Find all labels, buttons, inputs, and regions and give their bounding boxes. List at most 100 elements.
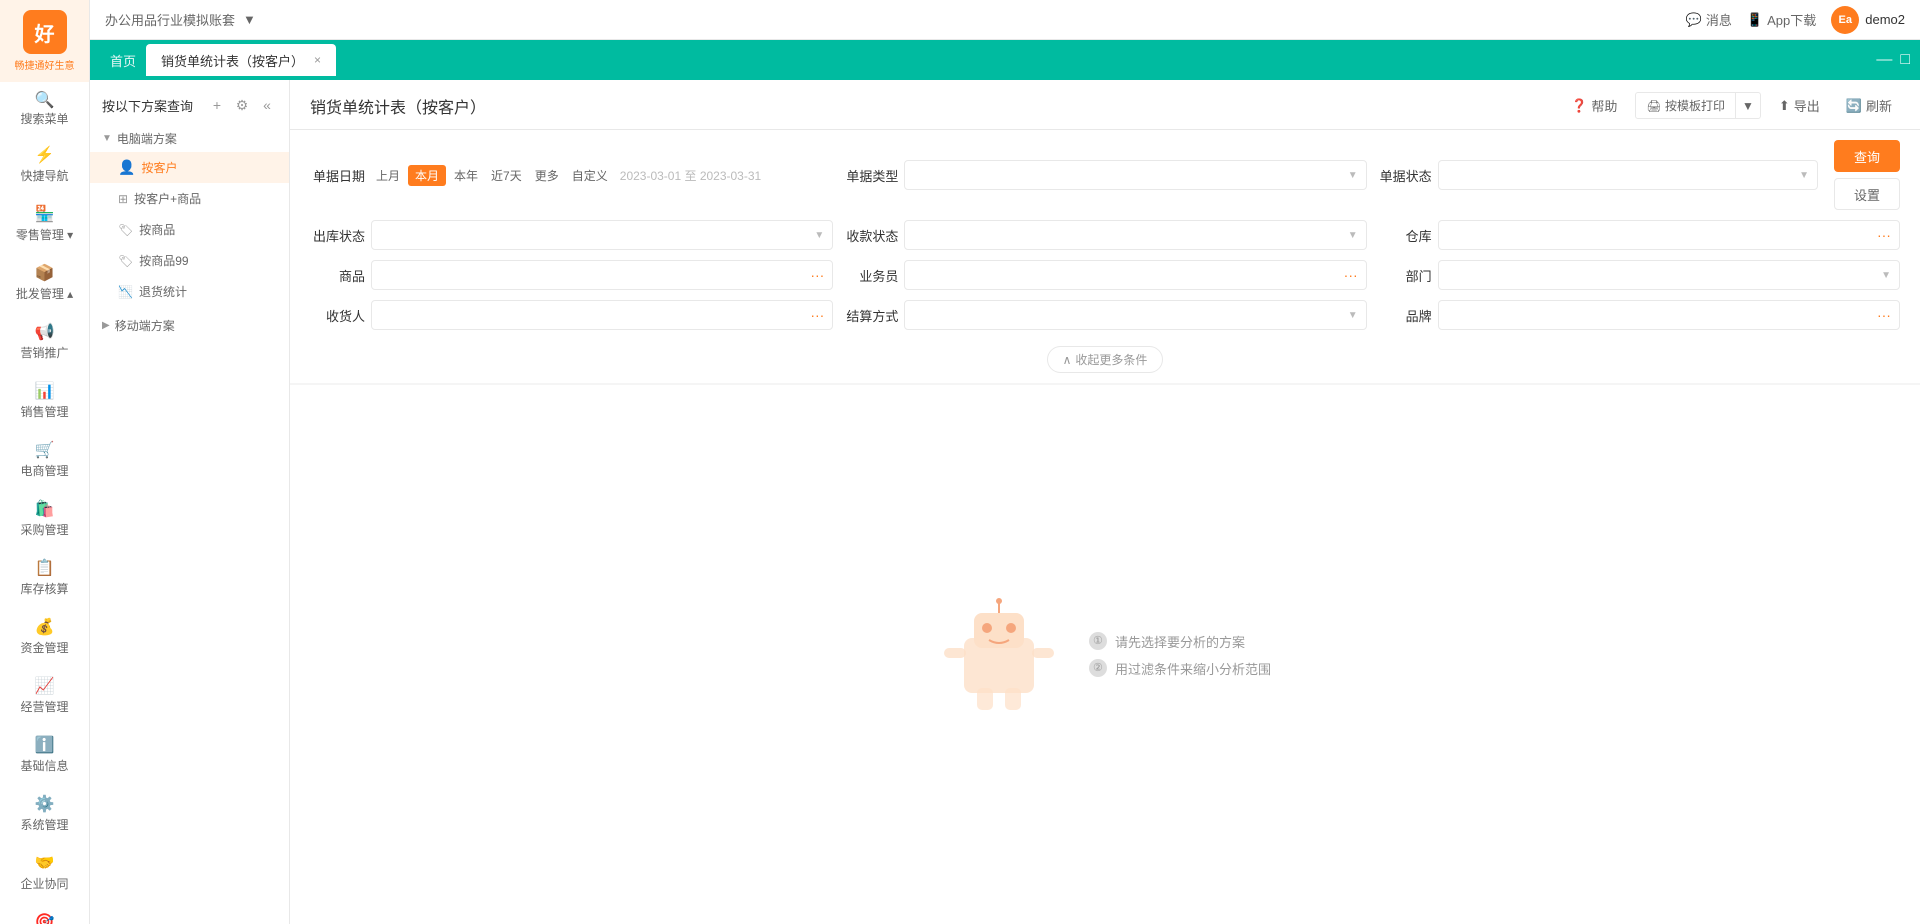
app-download-button[interactable]: 📱 App下载: [1747, 10, 1816, 29]
filter-row-2: 出库状态 ▼ 收款状态 ▼ 仓库: [310, 220, 1900, 250]
out-status-select[interactable]: ▼: [371, 220, 833, 250]
sidebar-item-sales[interactable]: 📊 销售管理: [0, 371, 89, 430]
sidebar-item-system[interactable]: ⚙️ 系统管理: [0, 784, 89, 843]
collapse-icon: ∧: [1063, 353, 1072, 367]
tab-active[interactable]: 销货单统计表（按客户） ×: [146, 44, 336, 76]
sidebar-search[interactable]: 🔍 搜索菜单: [0, 82, 89, 135]
shortcut-this-month[interactable]: 本月: [408, 165, 446, 186]
sidebar-item-wholesale[interactable]: 📦 批发管理 ▴: [0, 253, 89, 312]
receipt-status-select[interactable]: ▼: [904, 220, 1366, 250]
goods99-icon: 🏷: [118, 254, 133, 268]
help-icon: ❓: [1571, 98, 1587, 114]
collapse-button[interactable]: ∧ 收起更多条件: [1047, 346, 1164, 373]
scheme-mobile-triangle: ▶: [102, 320, 110, 331]
shortcut-7days[interactable]: 近7天: [486, 165, 527, 186]
warehouse-select[interactable]: ···: [1438, 220, 1900, 250]
sidebar-item-base[interactable]: ℹ️ 基础信息: [0, 725, 89, 784]
settlement-chevron: ▼: [1348, 310, 1358, 321]
empty-illustration: [939, 588, 1059, 721]
filter-receipt-status-cell: 收款状态 ▼: [843, 220, 1366, 250]
help-button[interactable]: ❓ 帮助: [1563, 92, 1625, 119]
filter-row-1: 单据日期 上月 本月 本年 近7天 更多 自定义 2023-03-01 至 20…: [310, 140, 1900, 210]
sidebar-item-sales-label: 销售管理: [5, 403, 84, 420]
shortcut-more[interactable]: 更多: [530, 165, 564, 186]
help-label: 帮助: [1591, 96, 1617, 115]
brand-dots: ···: [1877, 307, 1891, 323]
export-button[interactable]: ⬆ 导出: [1771, 92, 1828, 119]
shortcut-last-month[interactable]: 上月: [371, 165, 405, 186]
filter-goods-cell: 商品 ···: [310, 260, 833, 290]
query-button[interactable]: 查询: [1834, 140, 1900, 172]
top-header: 办公用品行业模拟账套 ▼ 💬 消息 📱 App下载 Ea demo2: [90, 0, 1920, 40]
avatar-text: Ea: [1839, 14, 1852, 26]
sidebar-item-corp[interactable]: 🤝 企业协同: [0, 843, 89, 902]
filter-settlement-cell: 结算方式 ▼: [843, 300, 1366, 330]
scheme-desktop-group-header[interactable]: ▼ 电脑端方案: [90, 125, 289, 152]
sidebar-item-finance[interactable]: 💰 资金管理: [0, 607, 89, 666]
breadcrumb-dropdown-icon[interactable]: ▼: [243, 12, 256, 27]
sidebar-item-wholesale-label: 批发管理 ▴: [5, 285, 84, 302]
breadcrumb-title: 办公用品行业模拟账套: [105, 10, 235, 29]
scheme-settings-button[interactable]: ⚙: [232, 95, 252, 115]
order-type-select[interactable]: ▼: [904, 160, 1366, 190]
scheme-collapse-button[interactable]: «: [257, 95, 277, 115]
goods-select[interactable]: ···: [371, 260, 833, 290]
sidebar-item-ecommerce[interactable]: 🛒 电商管理: [0, 430, 89, 489]
order-status-chevron: ▼: [1799, 170, 1809, 181]
sidebar-quick-nav[interactable]: ⚡ 快捷导航: [0, 135, 89, 194]
sidebar-item-guide[interactable]: 🎯 新手引导: [0, 902, 89, 924]
sidebar-item-retail[interactable]: 🏪 零售管理 ▾: [0, 194, 89, 253]
brand-select[interactable]: ···: [1438, 300, 1900, 330]
sidebar-item-marketing[interactable]: 📢 营销推广: [0, 312, 89, 371]
scheme-item-goods-label: 按商品: [139, 221, 175, 238]
print-button[interactable]: 🖨 按模板打印: [1636, 93, 1736, 118]
scheme-item-customer[interactable]: 👤 按客户: [90, 152, 289, 183]
scheme-item-goods[interactable]: 🏷 按商品: [90, 214, 289, 245]
scheme-mobile-group-header[interactable]: ▶ 移动端方案: [90, 312, 289, 339]
content-right: 销货单统计表（按客户） ❓ 帮助 🖨 按模板打印 ▼: [290, 80, 1920, 924]
print-dropdown-button[interactable]: ▼: [1736, 95, 1760, 117]
order-status-select[interactable]: ▼: [1438, 160, 1818, 190]
tab-minimize-icon[interactable]: —: [1876, 51, 1892, 69]
header-right: 💬 消息 📱 App下载 Ea demo2: [1686, 6, 1905, 34]
sidebar-item-inventory[interactable]: 📋 库存核算: [0, 548, 89, 607]
tab-maximize-icon[interactable]: □: [1900, 51, 1910, 69]
settlement-label: 结算方式: [843, 306, 898, 325]
app-download-label: App下载: [1767, 10, 1816, 29]
scheme-panel-header: 按以下方案查询 + ⚙ «: [90, 90, 289, 120]
page-title-actions: ❓ 帮助 🖨 按模板打印 ▼ ⬆ 导出: [1563, 92, 1900, 119]
shortcut-custom[interactable]: 自定义: [567, 165, 613, 186]
settlement-select[interactable]: ▼: [904, 300, 1366, 330]
scheme-item-return[interactable]: 📉 退货统计: [90, 276, 289, 307]
tab-bar-right: — □: [1876, 51, 1910, 69]
tip-text-2: 用过滤条件来缩小分析范围: [1115, 659, 1271, 678]
scheme-item-customer-goods-label: 按客户+商品: [134, 190, 201, 207]
message-icon: 💬: [1686, 12, 1702, 28]
sidebar-item-purchase[interactable]: 🛍️ 采购管理: [0, 489, 89, 548]
filter-order-type-cell: 单据类型 ▼: [843, 160, 1366, 190]
user-area[interactable]: Ea demo2: [1831, 6, 1905, 34]
refresh-button[interactable]: 🔄 刷新: [1838, 92, 1900, 119]
salesman-select[interactable]: ···: [904, 260, 1366, 290]
avatar: Ea: [1831, 6, 1859, 34]
shortcut-this-year[interactable]: 本年: [449, 165, 483, 186]
logo-char: 好: [35, 18, 55, 47]
message-button[interactable]: 💬 消息: [1686, 10, 1732, 29]
tab-close-icon[interactable]: ×: [314, 53, 321, 67]
sidebar-item-retail-label: 零售管理 ▾: [5, 226, 84, 243]
scheme-item-goods99[interactable]: 🏷 按商品99: [90, 245, 289, 276]
scheme-item-customer-goods[interactable]: ⊞ 按客户+商品: [90, 183, 289, 214]
tab-home[interactable]: 首页: [100, 51, 146, 70]
sidebar-item-corp-label: 企业协同: [5, 875, 84, 892]
goods-label: 商品: [310, 266, 365, 285]
empty-tip-1: ① 请先选择要分析的方案: [1089, 632, 1271, 651]
receiver-select[interactable]: ···: [371, 300, 833, 330]
dept-select[interactable]: ▼: [1438, 260, 1900, 290]
return-icon: 📉: [118, 285, 133, 299]
settings-button[interactable]: 设置: [1834, 178, 1900, 210]
page-title-bar: 销货单统计表（按客户） ❓ 帮助 🖨 按模板打印 ▼: [290, 80, 1920, 130]
print-label: 按模板打印: [1665, 99, 1725, 113]
scheme-add-button[interactable]: +: [207, 95, 227, 115]
sidebar-item-operations[interactable]: 📈 经营管理: [0, 666, 89, 725]
out-status-chevron: ▼: [814, 230, 824, 241]
